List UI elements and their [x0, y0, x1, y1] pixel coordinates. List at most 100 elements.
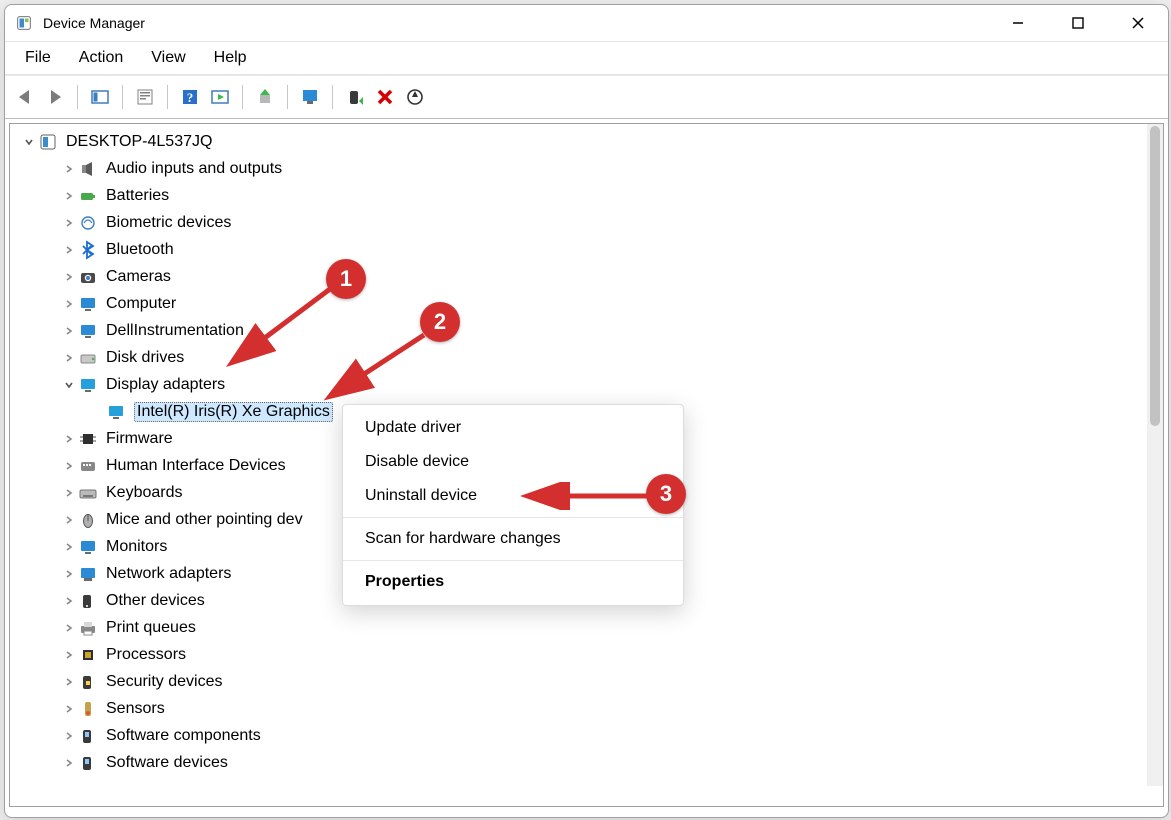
ctx-scan-hardware[interactable]: Scan for hardware changes [343, 522, 683, 556]
uninstall-device-button[interactable] [371, 83, 399, 111]
menu-file[interactable]: File [13, 47, 63, 69]
computer-icon [38, 132, 58, 152]
menu-action[interactable]: Action [67, 47, 135, 69]
annotation-arrow-3 [520, 482, 660, 510]
toolbar-separator [332, 85, 333, 109]
tree-item[interactable]: Processors [16, 641, 1143, 668]
expand-icon[interactable] [60, 298, 78, 310]
sensor-icon [78, 699, 98, 719]
expand-icon[interactable] [60, 163, 78, 175]
printer-icon [78, 618, 98, 638]
app-icon [15, 14, 33, 32]
tree-item-label: Computer [106, 295, 176, 313]
cpu-icon [78, 645, 98, 665]
maximize-button[interactable] [1048, 5, 1108, 41]
ctx-update-driver[interactable]: Update driver [343, 411, 683, 445]
expand-icon[interactable] [60, 190, 78, 202]
close-button[interactable] [1108, 5, 1168, 41]
tree-item[interactable]: Security devices [16, 668, 1143, 695]
fingerprint-icon [78, 213, 98, 233]
tree-item[interactable]: Sensors [16, 695, 1143, 722]
bluetooth-icon [78, 240, 98, 260]
tree-root[interactable]: DESKTOP-4L537JQ [16, 128, 1143, 155]
tree-item[interactable]: Biometric devices [16, 209, 1143, 236]
toolbar: ? [5, 75, 1168, 119]
tree-item[interactable]: Computer [16, 290, 1143, 317]
tree-item[interactable]: Display adapters [16, 371, 1143, 398]
tree-item-label: Software devices [106, 754, 228, 772]
tree-item[interactable]: Batteries [16, 182, 1143, 209]
tree-item[interactable]: Disk drives [16, 344, 1143, 371]
expand-icon[interactable] [60, 433, 78, 445]
tree-item-label: Keyboards [106, 484, 183, 502]
scroll-thumb[interactable] [1150, 126, 1160, 426]
toolbar-separator [287, 85, 288, 109]
window-title: Device Manager [43, 15, 145, 31]
tree-item-label: Monitors [106, 538, 167, 556]
help-button[interactable]: ? [176, 83, 204, 111]
display-icon [106, 402, 126, 422]
software-icon [78, 753, 98, 773]
expand-icon[interactable] [60, 649, 78, 661]
mouse-icon [78, 510, 98, 530]
tree-item-label: Bluetooth [106, 241, 174, 259]
tree-item[interactable]: Bluetooth [16, 236, 1143, 263]
scan-hardware-button[interactable] [401, 83, 429, 111]
minimize-button[interactable] [988, 5, 1048, 41]
menu-view[interactable]: View [139, 47, 197, 69]
tree-item[interactable]: Audio inputs and outputs [16, 155, 1143, 182]
show-hide-console-tree-button[interactable] [86, 83, 114, 111]
expand-icon[interactable] [60, 352, 78, 364]
tree-item-label: Firmware [106, 430, 173, 448]
expand-icon[interactable] [60, 325, 78, 337]
expand-icon[interactable] [60, 595, 78, 607]
monitor-icon [78, 537, 98, 557]
nav-back-button[interactable] [11, 83, 39, 111]
tree-item[interactable]: Print queues [16, 614, 1143, 641]
tree-item-label: Cameras [106, 268, 171, 286]
tree-item-label: Network adapters [106, 565, 231, 583]
expand-icon[interactable] [60, 757, 78, 769]
enable-device-button[interactable] [296, 83, 324, 111]
security-icon [78, 672, 98, 692]
expand-icon[interactable] [60, 217, 78, 229]
expand-icon[interactable] [60, 676, 78, 688]
svg-text:?: ? [187, 90, 194, 105]
tree-item-label: Display adapters [106, 376, 225, 394]
expand-icon[interactable] [60, 541, 78, 553]
disable-device-button[interactable] [341, 83, 369, 111]
expand-icon[interactable] [60, 730, 78, 742]
expand-icon[interactable] [60, 514, 78, 526]
device-manager-window: Device Manager File Action View Help [4, 4, 1169, 818]
menu-help[interactable]: Help [202, 47, 259, 69]
expand-icon[interactable] [60, 244, 78, 256]
menu-bar: File Action View Help [5, 42, 1168, 75]
hid-icon [78, 456, 98, 476]
tree-item[interactable]: Cameras [16, 263, 1143, 290]
collapse-icon[interactable] [60, 379, 78, 391]
expand-icon[interactable] [60, 703, 78, 715]
display-icon [78, 375, 98, 395]
ctx-properties[interactable]: Properties [343, 565, 683, 599]
ctx-disable-device[interactable]: Disable device [343, 445, 683, 479]
expand-icon[interactable] [60, 460, 78, 472]
nav-forward-button[interactable] [41, 83, 69, 111]
vertical-scrollbar[interactable] [1147, 124, 1163, 786]
expand-icon[interactable] [60, 568, 78, 580]
root-label: DESKTOP-4L537JQ [66, 133, 212, 151]
chip-icon [78, 429, 98, 449]
expand-icon[interactable] [60, 487, 78, 499]
tree-item-label: Security devices [106, 673, 223, 691]
monitor-icon [78, 294, 98, 314]
expand-icon[interactable] [60, 622, 78, 634]
action-pane-button[interactable] [206, 83, 234, 111]
camera-icon [78, 267, 98, 287]
expand-icon[interactable] [20, 136, 38, 148]
toolbar-separator [77, 85, 78, 109]
tree-item[interactable]: Software devices [16, 749, 1143, 776]
tree-item[interactable]: DellInstrumentation [16, 317, 1143, 344]
update-driver-button[interactable] [251, 83, 279, 111]
tree-item[interactable]: Software components [16, 722, 1143, 749]
expand-icon[interactable] [60, 271, 78, 283]
properties-button[interactable] [131, 83, 159, 111]
